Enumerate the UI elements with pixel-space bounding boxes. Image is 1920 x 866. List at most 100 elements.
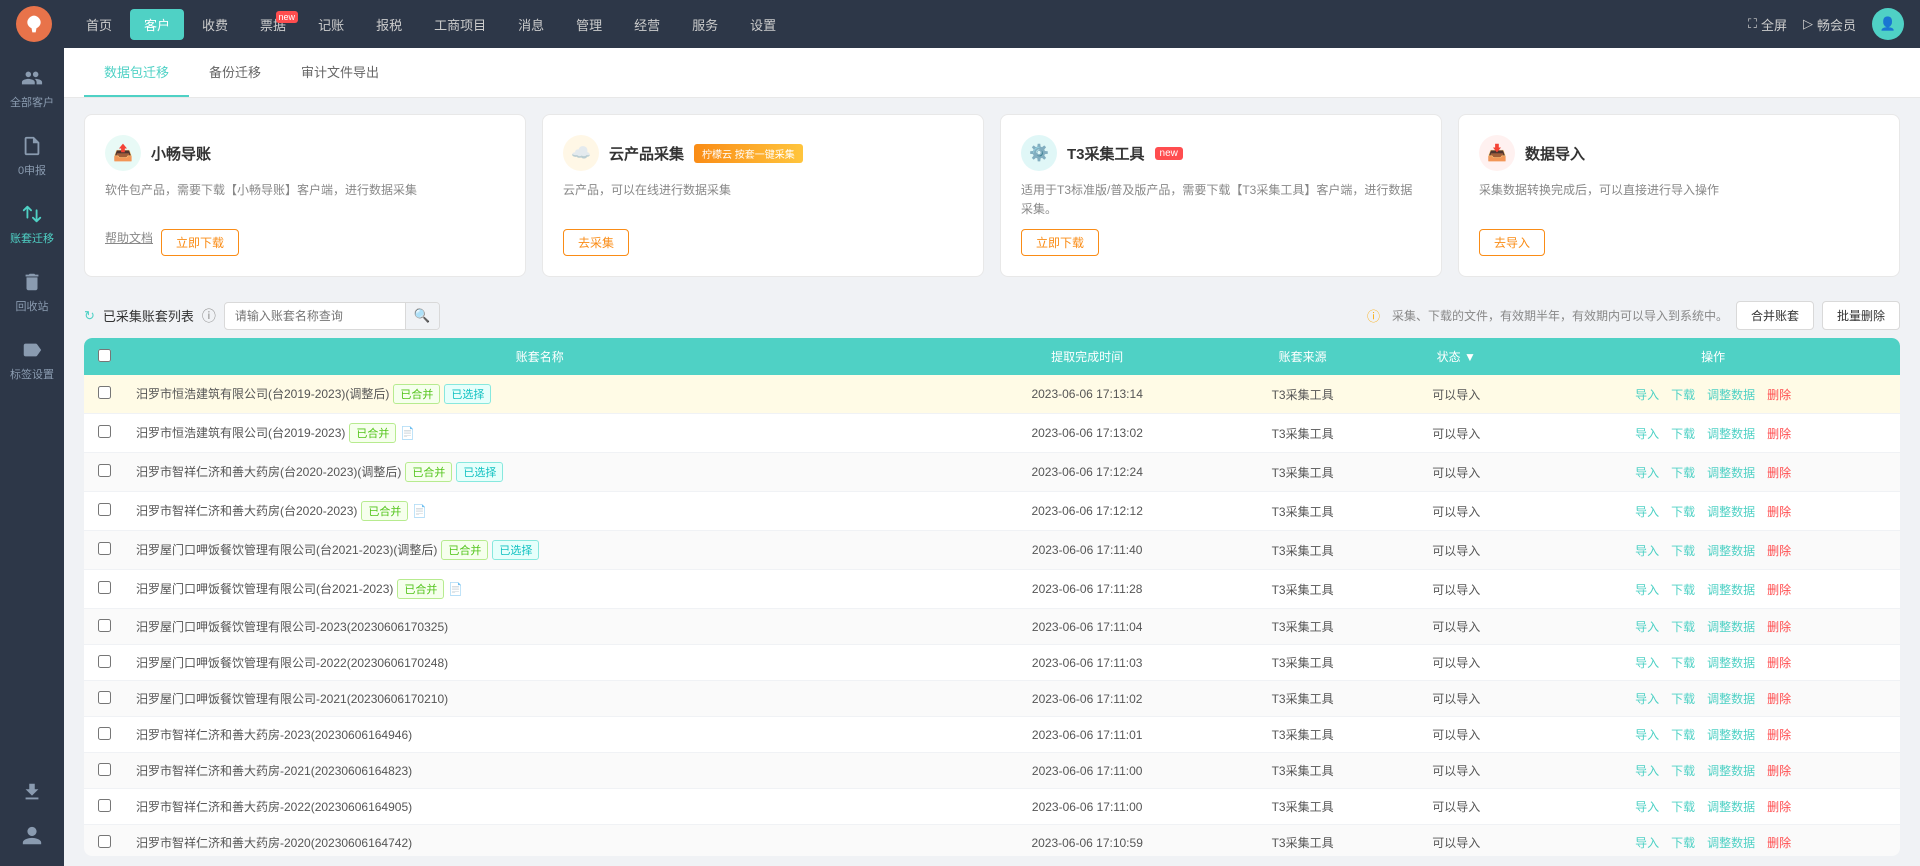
- help-icon[interactable]: ⓘ: [202, 306, 216, 326]
- import-link[interactable]: 导入: [1635, 427, 1659, 441]
- sidebar-item-account-migrate[interactable]: 账套迁移: [0, 192, 64, 256]
- sidebar-item-recycle[interactable]: 回收站: [0, 260, 64, 324]
- file-icon[interactable]: 📄: [448, 582, 463, 596]
- import-link[interactable]: 导入: [1635, 466, 1659, 480]
- import-link[interactable]: 导入: [1635, 544, 1659, 558]
- tab-backup-migrate[interactable]: 备份迁移: [189, 48, 281, 97]
- row-checkbox[interactable]: [98, 619, 111, 632]
- adjust-link[interactable]: 调整数据: [1707, 427, 1755, 441]
- download-link[interactable]: 下载: [1671, 728, 1695, 742]
- delete-link[interactable]: 删除: [1767, 544, 1791, 558]
- download-link[interactable]: 下载: [1671, 836, 1695, 850]
- row-checkbox[interactable]: [98, 386, 111, 399]
- nav-operation[interactable]: 经营: [620, 9, 674, 40]
- logo[interactable]: [16, 6, 52, 42]
- nav-manage[interactable]: 管理: [562, 9, 616, 40]
- adjust-link[interactable]: 调整数据: [1707, 388, 1755, 402]
- adjust-link[interactable]: 调整数据: [1707, 692, 1755, 706]
- search-input[interactable]: [225, 304, 405, 328]
- download-link[interactable]: 下载: [1671, 505, 1695, 519]
- delete-link[interactable]: 删除: [1767, 583, 1791, 597]
- delete-link[interactable]: 删除: [1767, 388, 1791, 402]
- col-status[interactable]: 状态 ▼: [1386, 338, 1526, 375]
- member-btn[interactable]: ▷ 畅会员: [1803, 15, 1856, 34]
- nav-home[interactable]: 首页: [72, 9, 126, 40]
- import-link[interactable]: 导入: [1635, 505, 1659, 519]
- sidebar-item-download[interactable]: [0, 770, 64, 814]
- merge-btn[interactable]: 合并账套: [1736, 301, 1814, 330]
- row-checkbox[interactable]: [98, 799, 111, 812]
- adjust-link[interactable]: 调整数据: [1707, 544, 1755, 558]
- nav-fee[interactable]: 收费: [188, 9, 242, 40]
- table-scroll[interactable]: 账套名称 提取完成时间 账套来源 状态 ▼ 操作 汨罗市恒浩建筑有限公司(台20…: [84, 338, 1900, 856]
- delete-link[interactable]: 删除: [1767, 505, 1791, 519]
- delete-link[interactable]: 删除: [1767, 728, 1791, 742]
- batch-delete-btn[interactable]: 批量删除: [1822, 301, 1900, 330]
- nav-bookkeep[interactable]: 记账: [304, 9, 358, 40]
- card-xiaochang-help-link[interactable]: 帮助文档: [105, 229, 153, 256]
- select-all-checkbox[interactable]: [98, 349, 111, 362]
- nav-invoice[interactable]: 票据 new: [246, 9, 300, 40]
- adjust-link[interactable]: 调整数据: [1707, 620, 1755, 634]
- import-link[interactable]: 导入: [1635, 692, 1659, 706]
- nav-customer[interactable]: 客户: [130, 9, 184, 40]
- nav-service[interactable]: 服务: [678, 9, 732, 40]
- delete-link[interactable]: 删除: [1767, 466, 1791, 480]
- row-checkbox[interactable]: [98, 835, 111, 848]
- row-checkbox[interactable]: [98, 542, 111, 555]
- nav-tax[interactable]: 报税: [362, 9, 416, 40]
- adjust-link[interactable]: 调整数据: [1707, 583, 1755, 597]
- import-link[interactable]: 导入: [1635, 583, 1659, 597]
- sidebar-item-zero-report[interactable]: 0申报: [0, 124, 64, 188]
- import-link[interactable]: 导入: [1635, 800, 1659, 814]
- adjust-link[interactable]: 调整数据: [1707, 800, 1755, 814]
- nav-settings[interactable]: 设置: [736, 9, 790, 40]
- download-link[interactable]: 下载: [1671, 388, 1695, 402]
- adjust-link[interactable]: 调整数据: [1707, 466, 1755, 480]
- adjust-link[interactable]: 调整数据: [1707, 764, 1755, 778]
- download-link[interactable]: 下载: [1671, 544, 1695, 558]
- import-link[interactable]: 导入: [1635, 836, 1659, 850]
- import-link[interactable]: 导入: [1635, 764, 1659, 778]
- row-checkbox[interactable]: [98, 763, 111, 776]
- row-checkbox[interactable]: [98, 691, 111, 704]
- download-link[interactable]: 下载: [1671, 583, 1695, 597]
- row-checkbox[interactable]: [98, 464, 111, 477]
- card-dataimport-import-btn[interactable]: 去导入: [1479, 229, 1545, 256]
- download-link[interactable]: 下载: [1671, 764, 1695, 778]
- delete-link[interactable]: 删除: [1767, 800, 1791, 814]
- fullscreen-btn[interactable]: ⛶ 全屏: [1748, 15, 1787, 34]
- sidebar-item-all-customers[interactable]: 全部客户: [0, 56, 64, 120]
- adjust-link[interactable]: 调整数据: [1707, 656, 1755, 670]
- delete-link[interactable]: 删除: [1767, 692, 1791, 706]
- delete-link[interactable]: 删除: [1767, 656, 1791, 670]
- download-link[interactable]: 下载: [1671, 800, 1695, 814]
- sidebar-item-user[interactable]: [0, 814, 64, 858]
- nav-message[interactable]: 消息: [504, 9, 558, 40]
- file-icon[interactable]: 📄: [412, 504, 427, 518]
- adjust-link[interactable]: 调整数据: [1707, 836, 1755, 850]
- import-link[interactable]: 导入: [1635, 620, 1659, 634]
- avatar[interactable]: 👤: [1872, 8, 1904, 40]
- import-link[interactable]: 导入: [1635, 728, 1659, 742]
- delete-link[interactable]: 删除: [1767, 836, 1791, 850]
- tab-data-migrate[interactable]: 数据包迁移: [84, 48, 189, 97]
- download-link[interactable]: 下载: [1671, 466, 1695, 480]
- row-checkbox[interactable]: [98, 727, 111, 740]
- delete-link[interactable]: 删除: [1767, 764, 1791, 778]
- card-t3-download-btn[interactable]: 立即下载: [1021, 229, 1099, 256]
- delete-link[interactable]: 删除: [1767, 427, 1791, 441]
- sidebar-item-tag-settings[interactable]: 标签设置: [0, 328, 64, 392]
- row-checkbox[interactable]: [98, 581, 111, 594]
- import-link[interactable]: 导入: [1635, 388, 1659, 402]
- adjust-link[interactable]: 调整数据: [1707, 505, 1755, 519]
- adjust-link[interactable]: 调整数据: [1707, 728, 1755, 742]
- download-link[interactable]: 下载: [1671, 656, 1695, 670]
- row-checkbox[interactable]: [98, 425, 111, 438]
- tab-audit-export[interactable]: 审计文件导出: [281, 48, 399, 97]
- delete-link[interactable]: 删除: [1767, 620, 1791, 634]
- download-link[interactable]: 下载: [1671, 427, 1695, 441]
- nav-business[interactable]: 工商项目: [420, 9, 500, 40]
- import-link[interactable]: 导入: [1635, 656, 1659, 670]
- search-button[interactable]: 🔍: [405, 303, 439, 329]
